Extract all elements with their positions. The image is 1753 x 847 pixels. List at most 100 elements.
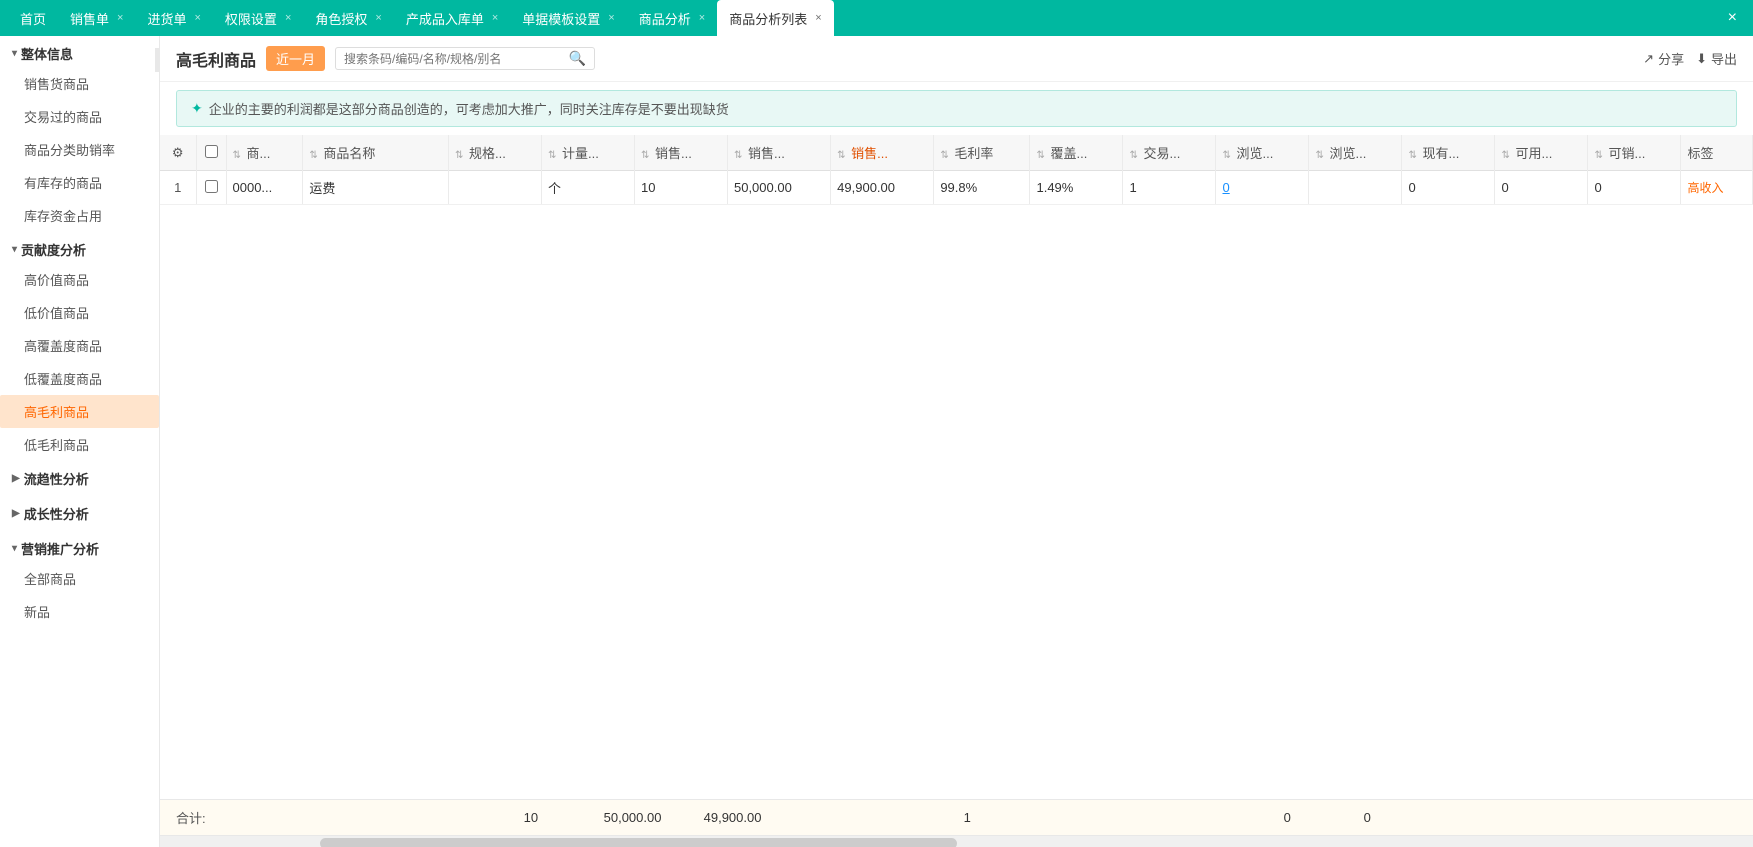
sidebar-group-trend[interactable]: ▶ 流趋性分析: [0, 461, 159, 496]
col-checkbox[interactable]: [196, 135, 226, 171]
footer-sales-amount: 50,000.00: [604, 810, 704, 825]
arrow-contribution: ▾: [12, 244, 17, 255]
sidebar-item-new-goods[interactable]: 新品: [0, 595, 159, 628]
col-view1[interactable]: ⇅ 浏览...: [1216, 135, 1309, 171]
col-coverage[interactable]: ⇅ 覆盖...: [1030, 135, 1123, 171]
sort-icon-saleable: ⇅: [1594, 150, 1602, 161]
sort-icon-sales-net: ⇅: [837, 150, 845, 161]
nav-template-settings[interactable]: 单据模板设置 ×: [510, 0, 626, 36]
cell-unit: 个: [541, 171, 634, 205]
nav-permissions[interactable]: 权限设置 ×: [213, 0, 303, 36]
sidebar-item-all-goods[interactable]: 全部商品: [0, 562, 159, 595]
sidebar-group-contribution[interactable]: ▾ 贡献度分析: [0, 232, 159, 263]
close-product-analysis-tab[interactable]: ×: [699, 12, 705, 24]
sidebar-item-high-coverage[interactable]: 高覆盖度商品: [0, 329, 159, 362]
filter-period-button[interactable]: 近一月: [266, 46, 325, 71]
cell-view1[interactable]: 0: [1216, 171, 1309, 205]
cell-sales-net: 49,900.00: [831, 171, 934, 205]
sort-icon-current: ⇅: [1408, 150, 1416, 161]
sidebar-collapse-btn[interactable]: 《: [155, 48, 160, 72]
col-unit[interactable]: ⇅ 计量...: [541, 135, 634, 171]
scrollbar-thumb[interactable]: [320, 838, 957, 847]
footer-sales-qty: 10: [524, 810, 604, 825]
header-actions: ↗ 分享 ⬇ 导出: [1643, 49, 1737, 68]
horizontal-scrollbar[interactable]: [160, 835, 1753, 847]
col-sales-qty[interactable]: ⇅ 销售...: [634, 135, 727, 171]
close-all-tabs[interactable]: ×: [1720, 9, 1745, 27]
footer-current: 0: [1284, 810, 1364, 825]
close-permissions-tab[interactable]: ×: [285, 12, 291, 24]
sidebar-item-category-assist[interactable]: 商品分类助销率: [0, 133, 159, 166]
sidebar-item-sales-goods[interactable]: 销售货商品: [0, 67, 159, 100]
cell-current: 0: [1402, 171, 1495, 205]
col-saleable[interactable]: ⇅ 可销...: [1588, 135, 1681, 171]
cell-checkbox[interactable]: [196, 171, 226, 205]
settings-icon[interactable]: ⚙: [172, 145, 184, 160]
footer-available: 0: [1364, 810, 1444, 825]
nav-purchase[interactable]: 进货单 ×: [135, 0, 212, 36]
sidebar-item-low-margin[interactable]: 低毛利商品: [0, 428, 159, 461]
nav-product-analysis[interactable]: 商品分析 ×: [627, 0, 717, 36]
col-current[interactable]: ⇅ 现有...: [1402, 135, 1495, 171]
col-spec[interactable]: ⇅ 规格...: [448, 135, 541, 171]
row-checkbox[interactable]: [205, 180, 218, 193]
select-all-checkbox[interactable]: [205, 145, 218, 158]
cell-saleable: 0: [1588, 171, 1681, 205]
nav-products-in[interactable]: 产成品入库单 ×: [394, 0, 510, 36]
nav-product-analysis-list[interactable]: 商品分析列表 ×: [717, 0, 833, 36]
col-view2[interactable]: ⇅ 浏览...: [1309, 135, 1402, 171]
page-title: 高毛利商品: [176, 47, 256, 71]
col-trade[interactable]: ⇅ 交易...: [1123, 135, 1216, 171]
arrow-marketing: ▾: [12, 543, 17, 554]
share-button[interactable]: ↗ 分享: [1643, 49, 1684, 68]
col-tag[interactable]: 标签: [1681, 135, 1753, 171]
sidebar-item-low-value[interactable]: 低价值商品: [0, 296, 159, 329]
sidebar-item-low-coverage[interactable]: 低覆盖度商品: [0, 362, 159, 395]
col-name[interactable]: ⇅ 商品名称: [303, 135, 449, 171]
footer-label: 合计:: [176, 808, 206, 827]
col-sales-amount[interactable]: ⇅ 销售...: [727, 135, 830, 171]
export-button[interactable]: ⬇ 导出: [1696, 49, 1737, 68]
table-row: 1 0000... 运费: [160, 171, 1753, 205]
sort-icon-spec: ⇅: [455, 150, 463, 161]
main-layout: 《 ▾ 整体信息 销售货商品 交易过的商品 商品分类助销率 有库存的商品 库存资…: [0, 36, 1753, 847]
sort-icon-code: ⇅: [233, 150, 241, 161]
sidebar-item-in-stock[interactable]: 有库存的商品: [0, 166, 159, 199]
top-nav: 首页 销售单 × 进货单 × 权限设置 × 角色授权 × 产成品入库单 × 单据…: [0, 0, 1753, 36]
close-purchase-tab[interactable]: ×: [194, 12, 200, 24]
col-settings[interactable]: ⚙: [160, 135, 196, 171]
sidebar-group-overall[interactable]: ▾ 整体信息: [0, 36, 159, 67]
cell-sales-amount: 50,000.00: [727, 171, 830, 205]
cell-sales-qty: 10: [634, 171, 727, 205]
col-sales-net[interactable]: ⇅ 销售...: [831, 135, 934, 171]
cell-view2: [1309, 171, 1402, 205]
sidebar-item-traded-goods[interactable]: 交易过的商品: [0, 100, 159, 133]
sidebar-item-stock-capital[interactable]: 库存资金占用: [0, 199, 159, 232]
table-wrapper[interactable]: ⚙ ⇅ 商... ⇅ 商品名称: [160, 135, 1753, 799]
col-available[interactable]: ⇅ 可用...: [1495, 135, 1588, 171]
data-table: ⚙ ⇅ 商... ⇅ 商品名称: [160, 135, 1753, 205]
sidebar-group-growth[interactable]: ▶ 成长性分析: [0, 496, 159, 531]
close-sales-tab[interactable]: ×: [117, 12, 123, 24]
sort-icon-name: ⇅: [309, 150, 317, 161]
info-banner: ✦ 企业的主要的利润都是这部分商品创造的，可考虑加大推广，同时关注库存是不要出现…: [176, 90, 1737, 127]
cell-code: 0000...: [226, 171, 303, 205]
sidebar-item-high-value[interactable]: 高价值商品: [0, 263, 159, 296]
col-code[interactable]: ⇅ 商...: [226, 135, 303, 171]
sort-icon-sales-qty: ⇅: [641, 150, 649, 161]
sidebar-group-marketing[interactable]: ▾ 营销推广分析: [0, 531, 159, 562]
close-product-analysis-list-tab[interactable]: ×: [815, 12, 821, 24]
search-input[interactable]: [344, 52, 565, 66]
nav-sales[interactable]: 销售单 ×: [58, 0, 135, 36]
arrow-growth: ▶: [12, 508, 20, 519]
close-template-tab[interactable]: ×: [608, 12, 614, 24]
sort-icon-view2: ⇅: [1315, 150, 1323, 161]
sort-icon-sales-amount: ⇅: [734, 150, 742, 161]
close-products-in-tab[interactable]: ×: [492, 12, 498, 24]
sidebar-item-high-margin[interactable]: 高毛利商品: [0, 395, 159, 428]
arrow-overall: ▾: [12, 48, 17, 59]
nav-home[interactable]: 首页: [8, 0, 58, 36]
nav-roles[interactable]: 角色授权 ×: [303, 0, 393, 36]
close-roles-tab[interactable]: ×: [375, 12, 381, 24]
col-gross-margin[interactable]: ⇅ 毛利率: [934, 135, 1030, 171]
